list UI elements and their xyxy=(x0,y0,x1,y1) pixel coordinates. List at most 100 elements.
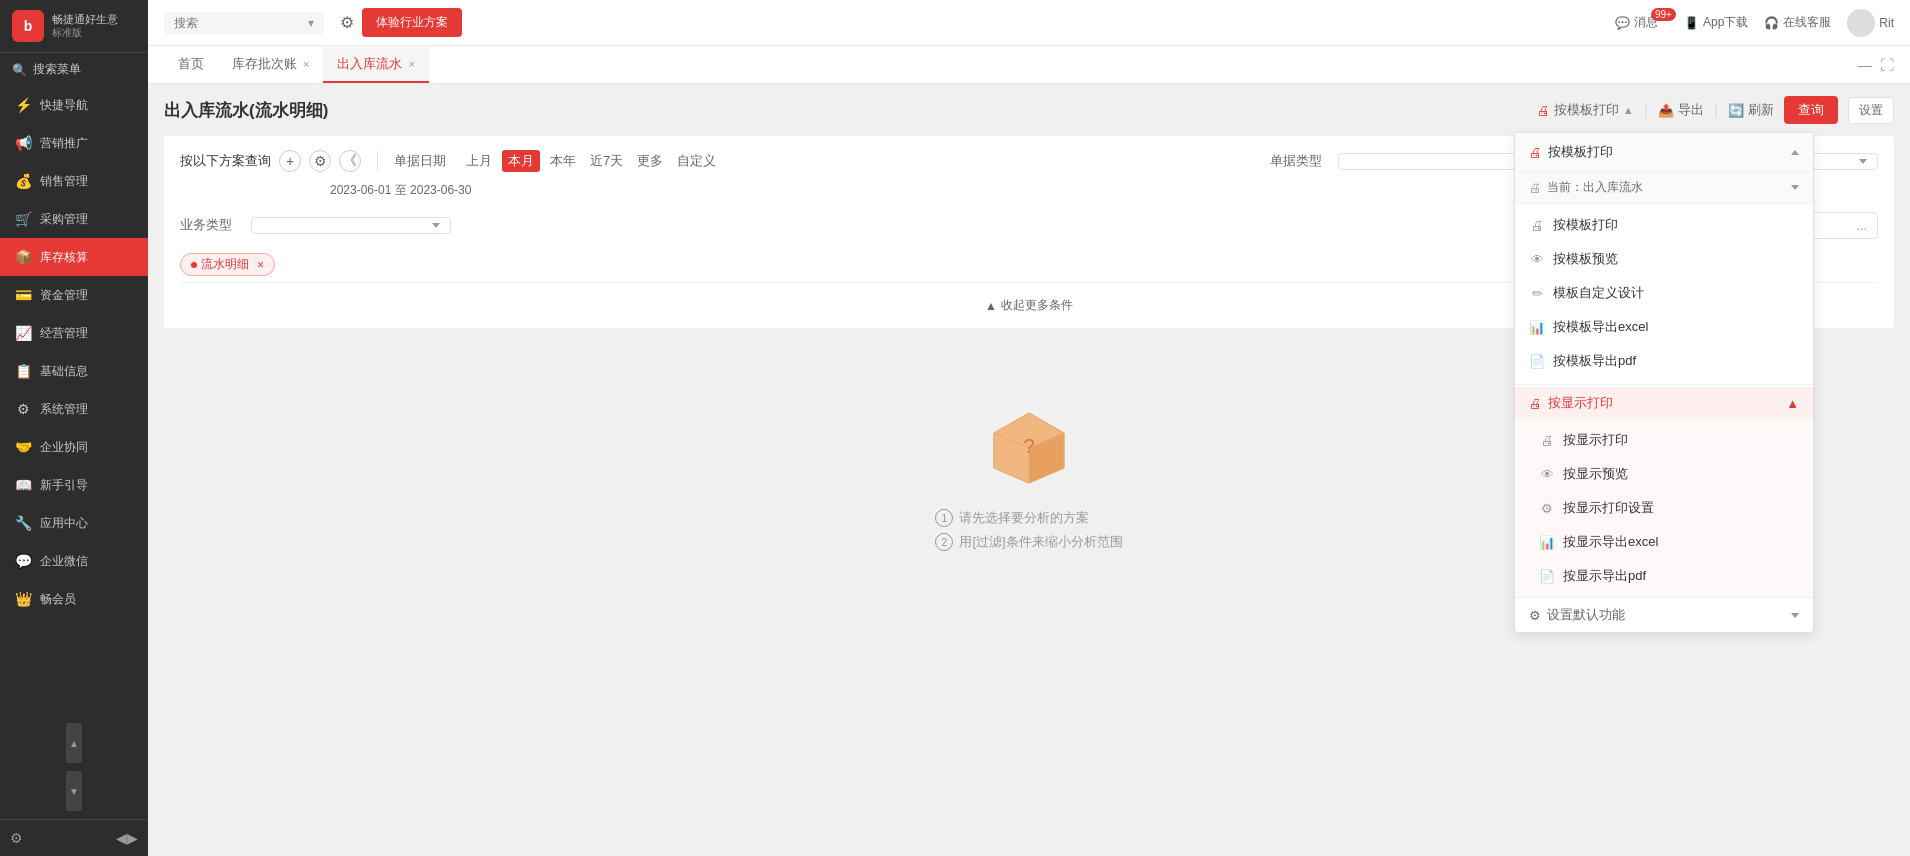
sidebar-item-sales[interactable]: 💰 销售管理 xyxy=(0,162,148,200)
sidebar-item-quick[interactable]: ⚡ 快捷导航 xyxy=(0,86,148,124)
dropdown-footer: ⚙ 设置默认功能 xyxy=(1515,597,1813,632)
export-btn[interactable]: 📤 导出 xyxy=(1658,101,1704,119)
display-print-header[interactable]: 🖨 按显示打印 ▲ xyxy=(1515,387,1813,419)
date-option-last-month[interactable]: 上月 xyxy=(462,150,496,172)
date-option-this-month[interactable]: 本月 xyxy=(502,150,540,172)
business-type-dropdown[interactable] xyxy=(251,217,451,234)
display-export-pdf-item[interactable]: 📄 按显示导出pdf xyxy=(1515,559,1813,593)
tab-inventory-flow[interactable]: 出入库流水 × xyxy=(323,47,428,83)
topbar-search-input[interactable] xyxy=(174,16,304,30)
sidebar-item-apps[interactable]: 🔧 应用中心 xyxy=(0,504,148,542)
window-expand-icon[interactable]: ⛶ xyxy=(1880,57,1894,73)
item-design-icon: ✏ xyxy=(1529,285,1545,301)
filter-add-button[interactable]: + xyxy=(279,150,301,172)
template-print-item[interactable]: 🖨 按模板打印 xyxy=(1515,208,1813,242)
refresh-label: 刷新 xyxy=(1748,101,1774,119)
collab-icon: 🤝 xyxy=(14,438,32,456)
sidebar-item-vip[interactable]: 👑 畅会员 xyxy=(0,580,148,618)
sidebar-item-operations[interactable]: 📈 经营管理 xyxy=(0,314,148,352)
tab-batch-account[interactable]: 库存批次账 × xyxy=(218,47,323,83)
template-preview-item[interactable]: 👁 按模板预览 xyxy=(1515,242,1813,276)
display-print-item[interactable]: 🖨 按显示打印 xyxy=(1515,423,1813,457)
sidebar-item-guide[interactable]: 📖 新手引导 xyxy=(0,466,148,504)
empty-step-2: 2 用[过滤]条件来缩小分析范围 xyxy=(935,533,1122,551)
export-icon: 📤 xyxy=(1658,103,1674,118)
sidebar-scroll-controls: ▲ ▼ xyxy=(0,715,148,819)
sidebar-scroll-down[interactable]: ▼ xyxy=(66,771,82,811)
sidebar-item-basics[interactable]: 📋 基础信息 xyxy=(0,352,148,390)
template-print-btn[interactable]: 🖨 按模板打印 ▲ xyxy=(1537,101,1634,119)
app-download-button[interactable]: 📱 App下载 xyxy=(1684,14,1748,31)
setting-button[interactable]: 设置 xyxy=(1848,97,1894,124)
sidebar-nav: ⚡ 快捷导航 📢 营销推广 💰 销售管理 🛒 采购管理 📦 库存核算 💳 资金管… xyxy=(0,86,148,715)
operations-icon: 📈 xyxy=(14,324,32,342)
search-icon: 🔍 xyxy=(12,63,27,77)
doc-type-arrow[interactable] xyxy=(1859,159,1867,164)
online-service-button[interactable]: 🎧 在线客服 xyxy=(1764,14,1831,31)
display-print-setting-item[interactable]: ⚙ 按显示打印设置 xyxy=(1515,491,1813,525)
current-label-group: 🖨 当前：出入库流水 xyxy=(1529,179,1643,196)
display-section-collapse[interactable]: ▲ xyxy=(1786,396,1799,411)
sidebar-search[interactable]: 🔍 搜索菜单 xyxy=(0,53,148,86)
app-name: 畅捷通好生意 xyxy=(52,12,118,26)
message-button[interactable]: 💬 消息 99+ xyxy=(1615,14,1668,31)
settings-icon[interactable]: ⚙ xyxy=(10,830,23,846)
display-preview-item[interactable]: 👁 按显示预览 xyxy=(1515,457,1813,491)
topbar-right: 💬 消息 99+ 📱 App下载 🎧 在线客服 Rit xyxy=(1615,9,1894,37)
sidebar-item-system[interactable]: ⚙ 系统管理 xyxy=(0,390,148,428)
dropdown-header: 🖨 按模板打印 xyxy=(1515,133,1813,172)
section-divider xyxy=(1515,384,1813,385)
date-option-this-year[interactable]: 本年 xyxy=(546,150,580,172)
template-custom-item[interactable]: ✏ 模板自定义设计 xyxy=(1515,276,1813,310)
tab-flow-close[interactable]: × xyxy=(408,58,414,70)
dropdown-collapse-icon[interactable] xyxy=(1791,150,1799,155)
apps-icon: 🔧 xyxy=(14,514,32,532)
sidebar-scroll-up[interactable]: ▲ xyxy=(66,723,82,763)
tab-home[interactable]: 首页 xyxy=(164,47,218,83)
sidebar-item-wechat[interactable]: 💬 企业微信 xyxy=(0,542,148,580)
collapse-sidebar-icon[interactable]: ◀▶ xyxy=(116,830,138,846)
sidebar-item-collab[interactable]: 🤝 企业协同 xyxy=(0,428,148,466)
collapse-conditions-btn[interactable]: ▲ 收起更多条件 xyxy=(985,297,1073,314)
topbar-search-box[interactable]: ▾ xyxy=(164,12,324,34)
page-actions: 🖨 按模板打印 ▲ | 📤 导出 | 🔄 刷新 查询 设置 xyxy=(1537,96,1894,124)
display-printer-icon: 🖨 xyxy=(1539,432,1555,448)
footer-arrow[interactable] xyxy=(1791,613,1799,618)
vip-icon: 👑 xyxy=(14,590,32,608)
empty-box-svg: ? xyxy=(984,403,1074,493)
headset-icon: 🎧 xyxy=(1764,16,1779,30)
template-print-arrow[interactable]: ▲ xyxy=(1623,104,1634,116)
current-dropdown-arrow[interactable] xyxy=(1791,185,1799,190)
date-option-custom[interactable]: 自定义 xyxy=(673,150,720,172)
message-badge: 99+ xyxy=(1651,8,1676,21)
flow-tag[interactable]: 流水明细 × xyxy=(180,253,275,276)
user-avatar-button[interactable]: Rit xyxy=(1847,9,1894,37)
filter-gear-button[interactable]: ⚙ xyxy=(309,150,331,172)
date-option-more[interactable]: 更多 xyxy=(633,150,667,172)
empty-step-1: 1 请先选择要分析的方案 xyxy=(935,509,1122,527)
app-version: 标准版 xyxy=(52,26,118,40)
date-option-7days[interactable]: 近7天 xyxy=(586,150,627,172)
query-button[interactable]: 查询 xyxy=(1784,96,1838,124)
set-default-label: 设置默认功能 xyxy=(1547,606,1625,624)
set-default-button[interactable]: ⚙ 设置默认功能 xyxy=(1529,606,1625,624)
topbar-search-dropdown[interactable]: ▾ xyxy=(308,16,314,30)
refresh-btn[interactable]: 🔄 刷新 xyxy=(1728,101,1774,119)
sidebar-item-purchase[interactable]: 🛒 采购管理 xyxy=(0,200,148,238)
sidebar-item-finance[interactable]: 💳 资金管理 xyxy=(0,276,148,314)
display-export-excel-item[interactable]: 📊 按显示导出excel xyxy=(1515,525,1813,559)
filter-collapse-button[interactable]: 《 xyxy=(339,150,361,172)
sidebar-item-inventory[interactable]: 📦 库存核算 xyxy=(0,238,148,276)
template-export-excel-item[interactable]: 📊 按模板导出excel xyxy=(1515,310,1813,344)
trial-industry-button[interactable]: 体验行业方案 xyxy=(362,8,462,37)
window-shrink-icon[interactable]: — xyxy=(1858,57,1872,73)
sidebar-item-marketing[interactable]: 📢 营销推广 xyxy=(0,124,148,162)
tab-batch-close[interactable]: × xyxy=(303,58,309,70)
item-label: 按显示预览 xyxy=(1563,465,1628,483)
topbar-gear-icon[interactable]: ⚙ xyxy=(340,13,354,32)
template-export-pdf-item[interactable]: 📄 按模板导出pdf xyxy=(1515,344,1813,378)
flow-tag-close[interactable]: × xyxy=(257,258,264,272)
warehouse-more-icon[interactable]: ... xyxy=(1856,218,1867,233)
business-type-arrow[interactable] xyxy=(432,223,440,228)
content-area: 出入库流水(流水明细) 🖨 按模板打印 ▲ | 📤 导出 | 🔄 刷新 查询 xyxy=(148,84,1910,856)
